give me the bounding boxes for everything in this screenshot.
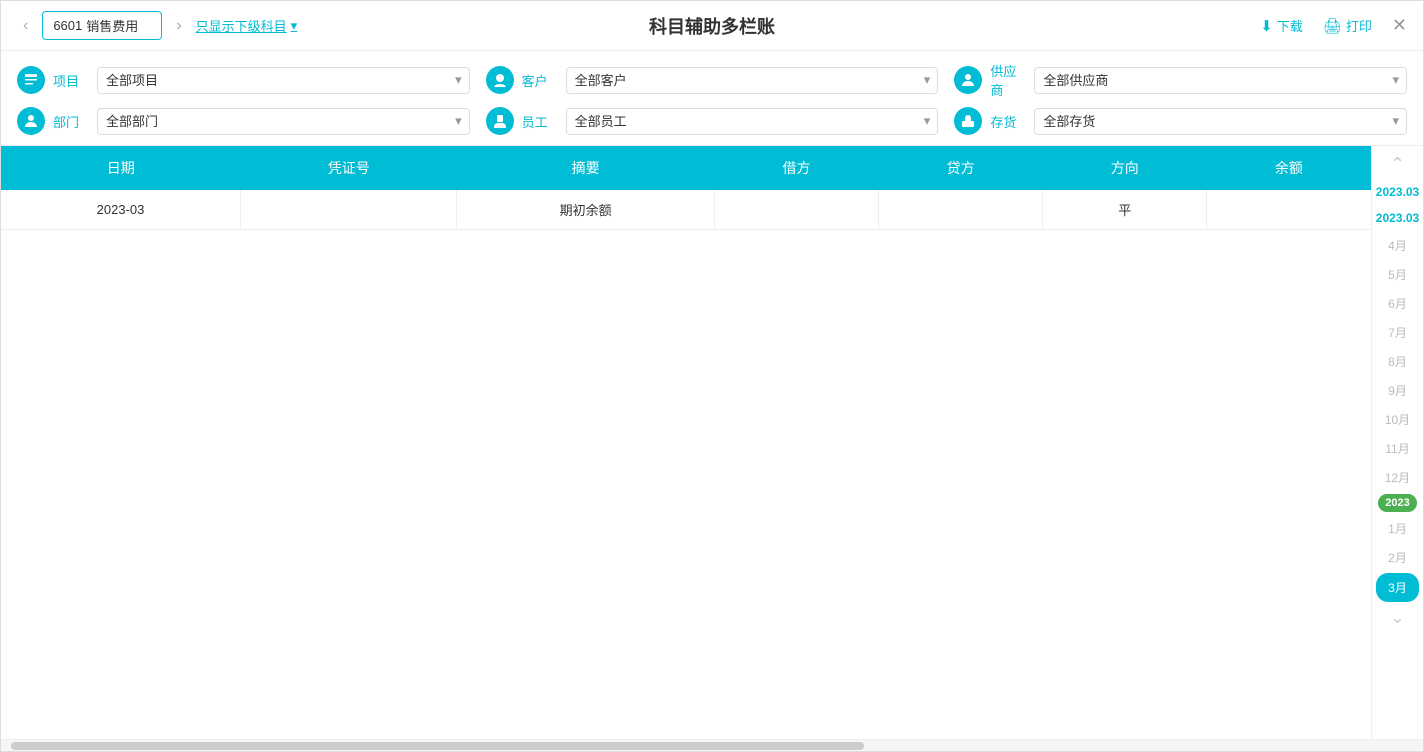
timeline-item-7[interactable]: 7月 — [1372, 318, 1423, 347]
employee-label: 员工 — [522, 112, 558, 131]
filter-bar: 项目 全部项目 客户 全部客户 供应商 — [1, 51, 1423, 146]
timeline-item-11[interactable]: 11月 — [1372, 434, 1423, 463]
timeline-item-3-selected[interactable]: 3月 — [1376, 573, 1419, 602]
page-title: 科目辅助多栏账 — [649, 13, 775, 39]
download-label: 下载 — [1277, 16, 1303, 35]
filter-employee: 员工 全部员工 — [486, 107, 939, 135]
inventory-label: 存货 — [990, 112, 1026, 131]
timeline-sidebar: ⌃ 2023.03 2023.03 4月 5月 6月 7月 8月 9月 10月 … — [1371, 146, 1423, 739]
table-row: 2023-03 期初余额 平 — [1, 190, 1371, 230]
col-voucher: 凭证号 — [241, 146, 457, 190]
cell-date: 2023-03 — [1, 190, 241, 230]
timeline-up-btn[interactable]: ⌃ — [1372, 150, 1423, 179]
filter-customer: 客户 全部客户 — [486, 61, 939, 99]
cell-debit — [714, 190, 878, 230]
col-debit: 借方 — [714, 146, 878, 190]
main-window: ‹ 6601 销售费用 › 只显示下级科目 ▾ 科目辅助多栏账 ⬇ 下载 🖨 打… — [0, 0, 1424, 752]
col-direction: 方向 — [1043, 146, 1207, 190]
project-select-wrapper: 全部项目 — [97, 67, 470, 94]
cell-voucher — [241, 190, 457, 230]
timeline-item-2023-03-dup[interactable]: 2023.03 — [1372, 205, 1423, 231]
print-icon: 🖨 — [1323, 17, 1342, 35]
scrollbar-thumb[interactable] — [11, 742, 864, 750]
next-account-btn[interactable]: › — [170, 15, 187, 37]
customer-select[interactable]: 全部客户 — [566, 67, 939, 94]
inventory-select-wrapper: 全部存货 — [1034, 108, 1407, 135]
title-bar-left: ‹ 6601 销售费用 › 只显示下级科目 ▾ — [17, 11, 297, 40]
customer-select-wrapper: 全部客户 — [566, 67, 939, 94]
timeline-item-1[interactable]: 1月 — [1372, 514, 1423, 543]
employee-icon — [486, 107, 514, 135]
cell-credit — [879, 190, 1043, 230]
supplier-icon — [954, 66, 982, 94]
timeline-item-4[interactable]: 4月 — [1372, 231, 1423, 260]
cell-balance — [1207, 190, 1371, 230]
title-bar-right: ⬇ 下载 🖨 打印 ✕ — [1260, 15, 1407, 36]
col-summary: 摘要 — [457, 146, 714, 190]
timeline-year-2023[interactable]: 2023 — [1378, 494, 1417, 512]
account-code: 6601 — [53, 18, 82, 33]
show-sub-btn[interactable]: 只显示下级科目 ▾ — [196, 16, 298, 35]
dropdown-arrow-icon: ▾ — [291, 18, 298, 34]
timeline-item-12[interactable]: 12月 — [1372, 463, 1423, 492]
filter-supplier: 供应商 全部供应商 — [954, 61, 1407, 99]
title-bar: ‹ 6601 销售费用 › 只显示下级科目 ▾ 科目辅助多栏账 ⬇ 下载 🖨 打… — [1, 1, 1423, 51]
account-name: 销售费用 — [86, 16, 138, 35]
cell-direction: 平 — [1043, 190, 1207, 230]
supplier-select[interactable]: 全部供应商 — [1034, 67, 1407, 94]
filter-department: 部门 全部部门 — [17, 107, 470, 135]
timeline-item-2023-03-top[interactable]: 2023.03 — [1372, 179, 1423, 205]
department-label: 部门 — [53, 112, 89, 131]
project-label: 项目 — [53, 71, 89, 90]
project-select[interactable]: 全部项目 — [97, 67, 470, 94]
table-area[interactable]: 日期 凭证号 摘要 借方 贷方 方向 余额 2023-03 期初余额 平 — [1, 146, 1371, 739]
department-icon — [17, 107, 45, 135]
prev-account-btn[interactable]: ‹ — [17, 15, 34, 37]
ledger-table: 日期 凭证号 摘要 借方 贷方 方向 余额 2023-03 期初余额 平 — [1, 146, 1371, 230]
customer-label: 客户 — [522, 71, 558, 90]
close-btn[interactable]: ✕ — [1392, 15, 1407, 36]
col-credit: 贷方 — [879, 146, 1043, 190]
customer-icon — [486, 66, 514, 94]
inventory-icon — [954, 107, 982, 135]
filter-project: 项目 全部项目 — [17, 61, 470, 99]
account-code-box: 6601 销售费用 — [42, 11, 162, 40]
print-btn[interactable]: 🖨 打印 — [1323, 16, 1372, 35]
download-icon: ⬇ — [1260, 17, 1273, 35]
timeline-item-2[interactable]: 2月 — [1372, 543, 1423, 572]
show-sub-label: 只显示下级科目 — [196, 16, 287, 35]
department-select[interactable]: 全部部门 — [97, 108, 470, 135]
supplier-select-wrapper: 全部供应商 — [1034, 67, 1407, 94]
timeline-item-10[interactable]: 10月 — [1372, 405, 1423, 434]
inventory-select[interactable]: 全部存货 — [1034, 108, 1407, 135]
table-header-row: 日期 凭证号 摘要 借方 贷方 方向 余额 — [1, 146, 1371, 190]
col-date: 日期 — [1, 146, 241, 190]
employee-select-wrapper: 全部员工 — [566, 108, 939, 135]
col-balance: 余额 — [1207, 146, 1371, 190]
print-label: 打印 — [1346, 16, 1372, 35]
timeline-item-8[interactable]: 8月 — [1372, 347, 1423, 376]
filter-inventory: 存货 全部存货 — [954, 107, 1407, 135]
cell-summary: 期初余额 — [457, 190, 714, 230]
employee-select[interactable]: 全部员工 — [566, 108, 939, 135]
department-select-wrapper: 全部部门 — [97, 108, 470, 135]
timeline-item-9[interactable]: 9月 — [1372, 376, 1423, 405]
bottom-scrollbar[interactable] — [1, 739, 1423, 751]
download-btn[interactable]: ⬇ 下载 — [1260, 16, 1303, 35]
timeline-item-5[interactable]: 5月 — [1372, 260, 1423, 289]
project-icon — [17, 66, 45, 94]
main-content: 日期 凭证号 摘要 借方 贷方 方向 余额 2023-03 期初余额 平 — [1, 146, 1423, 739]
timeline-down-btn[interactable]: ⌄ — [1372, 603, 1423, 632]
supplier-label: 供应商 — [990, 61, 1026, 99]
timeline-item-6[interactable]: 6月 — [1372, 289, 1423, 318]
